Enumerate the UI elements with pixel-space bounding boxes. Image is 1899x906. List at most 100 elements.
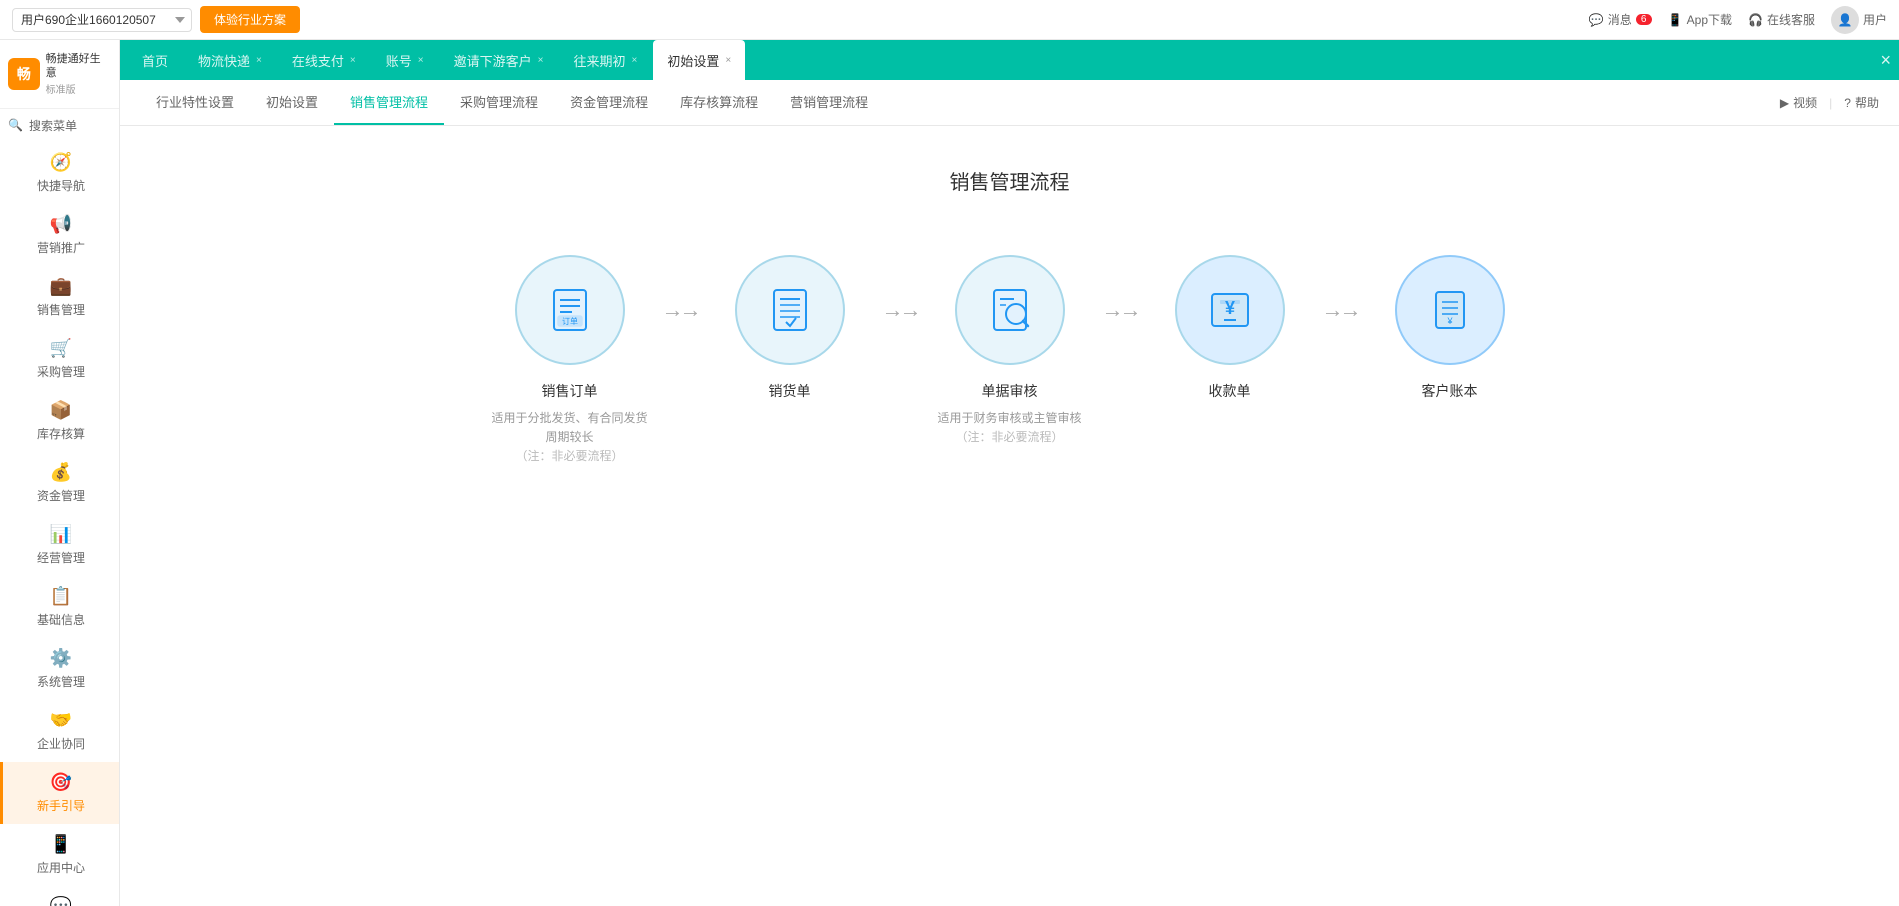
search-menu[interactable]: 🔍 搜索菜单 <box>0 109 119 142</box>
flow-step-name-receipt: 收款单 <box>1209 381 1251 401</box>
experience-button[interactable]: 体验行业方案 <box>200 6 300 33</box>
flow-step-desc-sales-order: 适用于分批发货、有合同发货周期较长 （注：非必要流程） <box>490 409 650 467</box>
sidebar-item-label: 采购管理 <box>37 363 85 380</box>
sidebar-item-label: 资金管理 <box>37 487 85 504</box>
sidebar-item-operation[interactable]: 📊 经营管理 <box>0 514 119 576</box>
flow-step-sales-order[interactable]: 订单 销售订单 适用于分批发货、有合同发货周期较长 （注：非必要流程） <box>490 255 650 467</box>
tab-home-label: 首页 <box>142 51 168 70</box>
tab-logistics-close[interactable]: × <box>256 55 262 66</box>
finance-icon: 💰 <box>50 462 72 483</box>
online-service-item[interactable]: 🎧 在线客服 <box>1748 11 1815 28</box>
apps-icon: 📱 <box>50 834 72 855</box>
sidebar-item-marketing[interactable]: 📢 营销推广 <box>0 204 119 266</box>
tab-logistics[interactable]: 物流快递 × <box>184 40 276 80</box>
sub-tab-industry[interactable]: 行业特性设置 <box>140 80 250 125</box>
flow-circle-invoice <box>735 255 845 365</box>
headset-icon: 🎧 <box>1748 13 1763 27</box>
flow-step-audit[interactable]: 单据审核 适用于财务审核或主管审核 （注：非必要流程） <box>930 255 1090 447</box>
flow-section: 销售管理流程 订单 <box>120 126 1899 507</box>
message-icon: 💬 <box>1589 13 1604 27</box>
nav-tabs: 首页 物流快递 × 在线支付 × 账号 × 邀请下游客户 × 往来期初 × <box>120 40 1899 80</box>
flow-step-receipt[interactable]: ¥ 收款单 <box>1150 255 1310 409</box>
collab-icon: 🤝 <box>50 710 72 731</box>
operation-icon: 📊 <box>50 524 72 545</box>
sidebar-item-label: 营销推广 <box>37 239 85 256</box>
sub-tab-finance-flow[interactable]: 资金管理流程 <box>554 80 664 125</box>
sidebar-item-label: 库存核算 <box>37 425 85 442</box>
user-selector[interactable]: 用户690企业1660120507 <box>12 8 192 32</box>
flow-step-invoice[interactable]: 销货单 <box>710 255 870 409</box>
tab-payment-label: 在线支付 <box>292 51 344 70</box>
wechat-icon: 💬 <box>50 896 72 906</box>
user-avatar-item[interactable]: 👤 用户 <box>1831 6 1887 34</box>
sidebar-item-finance[interactable]: 💰 资金管理 <box>0 452 119 514</box>
tab-init-label: 初始设置 <box>667 51 719 70</box>
tab-period[interactable]: 往来期初 × <box>559 40 651 80</box>
sidebar-item-basic[interactable]: 📋 基础信息 <box>0 576 119 638</box>
search-icon: 🔍 <box>8 118 23 132</box>
basic-icon: 📋 <box>50 586 72 607</box>
marketing-icon: 📢 <box>50 214 72 235</box>
sidebar: 畅 畅捷通好生意 标准版 🔍 搜索菜单 🧭 快捷导航 📢 营销推广 💼 销售管理… <box>0 40 120 906</box>
video-action[interactable]: ▶ 视频 <box>1780 94 1817 111</box>
flow-circle-receipt: ¥ <box>1175 255 1285 365</box>
sidebar-item-guide[interactable]: 🎯 新手引导 <box>0 762 119 824</box>
sidebar-item-apps[interactable]: 📱 应用中心 <box>0 824 119 886</box>
flow-circle-audit <box>955 255 1065 365</box>
app-download-label: App下载 <box>1687 11 1732 28</box>
flow-arrow-3: →→ <box>1090 255 1150 323</box>
guide-icon: 🎯 <box>50 772 72 793</box>
tab-invite-close[interactable]: × <box>538 55 544 66</box>
system-icon: ⚙️ <box>50 648 72 669</box>
top-bar-right: 💬 消息 6 📱 App下载 🎧 在线客服 👤 用户 <box>1589 6 1887 34</box>
flow-step-ledger[interactable]: ¥ 客户账本 <box>1370 255 1530 409</box>
app-icon: 📱 <box>1668 13 1683 27</box>
tab-period-close[interactable]: × <box>631 55 637 66</box>
sub-tab-purchase-flow[interactable]: 采购管理流程 <box>444 80 554 125</box>
sub-tab-inventory-calc[interactable]: 库存核算流程 <box>664 80 774 125</box>
message-item[interactable]: 💬 消息 6 <box>1589 11 1652 28</box>
sidebar-item-wechat[interactable]: 💬 企业微信 <box>0 886 119 906</box>
search-label: 搜索菜单 <box>29 117 77 134</box>
sidebar-item-label: 新手引导 <box>37 797 85 814</box>
svg-text:¥: ¥ <box>1446 316 1453 326</box>
tab-init[interactable]: 初始设置 × <box>653 40 745 80</box>
sidebar-item-label: 应用中心 <box>37 859 85 876</box>
sidebar-logo: 畅 畅捷通好生意 标准版 <box>0 40 119 109</box>
logo-icon: 畅 <box>8 58 40 90</box>
avatar: 👤 <box>1831 6 1859 34</box>
tab-payment[interactable]: 在线支付 × <box>278 40 370 80</box>
flow-circle-ledger: ¥ <box>1395 255 1505 365</box>
sub-tab-marketing-flow[interactable]: 营销管理流程 <box>774 80 884 125</box>
close-all-tabs[interactable]: × <box>1880 50 1891 71</box>
tab-account[interactable]: 账号 × <box>372 40 438 80</box>
message-label: 消息 <box>1608 11 1632 28</box>
tab-payment-close[interactable]: × <box>350 55 356 66</box>
tab-account-label: 账号 <box>386 51 412 70</box>
top-bar-left: 用户690企业1660120507 体验行业方案 <box>12 6 300 33</box>
flow-circle-sales-order: 订单 <box>515 255 625 365</box>
flow-step-name-ledger: 客户账本 <box>1422 381 1478 401</box>
help-action[interactable]: ? 帮助 <box>1844 94 1879 111</box>
tab-invite[interactable]: 邀请下游客户 × <box>440 40 558 80</box>
sidebar-item-sales[interactable]: 💼 销售管理 <box>0 266 119 328</box>
page-title: 销售管理流程 <box>180 166 1839 195</box>
help-label: 帮助 <box>1855 94 1879 111</box>
sidebar-item-quick-nav[interactable]: 🧭 快捷导航 <box>0 142 119 204</box>
sub-tab-initial[interactable]: 初始设置 <box>250 80 334 125</box>
logo-sub: 标准版 <box>46 81 111 96</box>
flow-step-name-sales-order: 销售订单 <box>542 381 598 401</box>
app-download-item[interactable]: 📱 App下载 <box>1668 11 1732 28</box>
online-service-label: 在线客服 <box>1767 11 1815 28</box>
sales-icon: 💼 <box>50 276 72 297</box>
sub-tab-sales-flow[interactable]: 销售管理流程 <box>334 80 444 125</box>
tab-init-close[interactable]: × <box>725 55 731 66</box>
sidebar-item-purchase[interactable]: 🛒 采购管理 <box>0 328 119 390</box>
sidebar-item-system[interactable]: ⚙️ 系统管理 <box>0 638 119 700</box>
tab-home[interactable]: 首页 <box>128 40 182 80</box>
help-icon: ? <box>1844 96 1851 110</box>
tab-account-close[interactable]: × <box>418 55 424 66</box>
sidebar-item-collab[interactable]: 🤝 企业协同 <box>0 700 119 762</box>
tab-invite-label: 邀请下游客户 <box>454 51 532 70</box>
sidebar-item-inventory[interactable]: 📦 库存核算 <box>0 390 119 452</box>
